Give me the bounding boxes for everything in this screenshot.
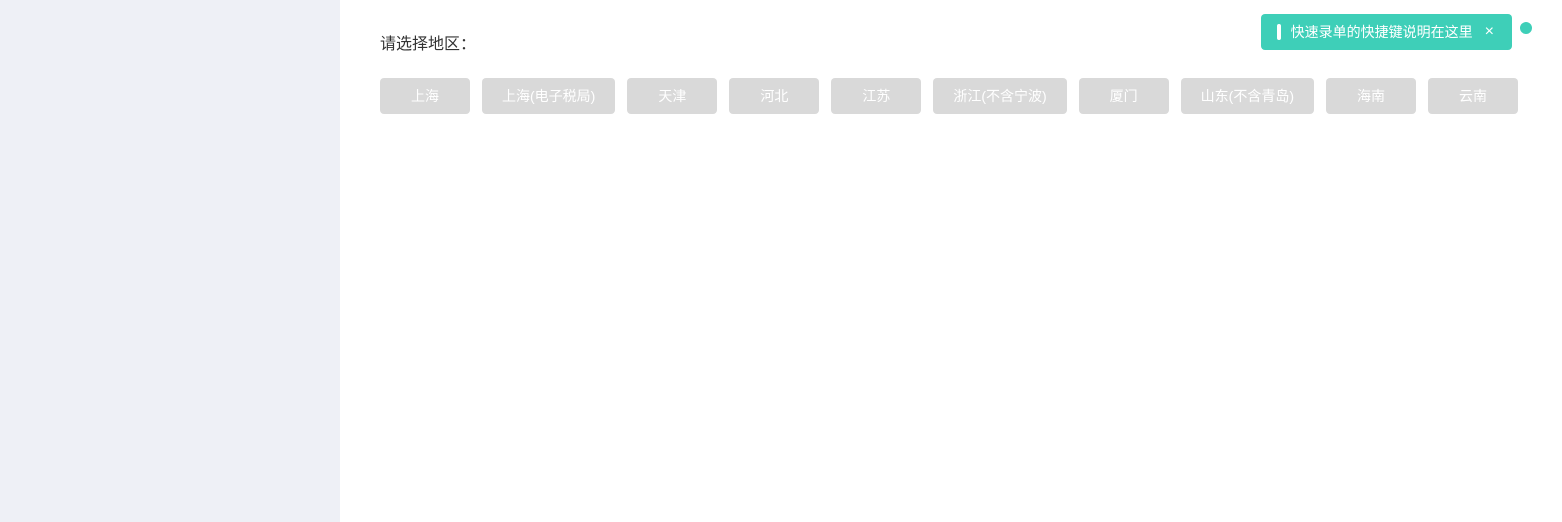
region-button[interactable]: 厦门 [1079,78,1169,114]
region-button[interactable]: 上海 [380,78,470,114]
region-button[interactable]: 天津 [627,78,717,114]
tooltip-close-button[interactable]: × [1483,24,1496,40]
region-button[interactable]: 浙江(不含宁波) [933,78,1066,114]
region-button[interactable]: 河北 [729,78,819,114]
region-button[interactable]: 上海(电子税局) [482,78,615,114]
region-button[interactable]: 山东(不含青岛) [1181,78,1314,114]
sidebar [0,0,340,522]
region-button[interactable]: 江苏 [831,78,921,114]
region-buttons-container: 上海上海(电子税局) 天津河北江苏浙江(不含宁波) 厦门山东(不含青岛) 海南云南 [380,78,1522,114]
region-button[interactable]: 海南 [1326,78,1416,114]
main-content: 请选择地区： 上海上海(电子税局)天津河北江苏浙江(不含宁波)厦门山东(不含青岛… [340,0,1562,522]
tooltip-text: 快速录单的快捷键说明在这里 [1291,22,1473,42]
tooltip-dot [1520,22,1532,34]
bar-accent-icon [1277,24,1281,40]
tooltip-bar: 快速录单的快捷键说明在这里 × [1261,14,1512,50]
region-button[interactable]: 云南 [1428,78,1518,114]
